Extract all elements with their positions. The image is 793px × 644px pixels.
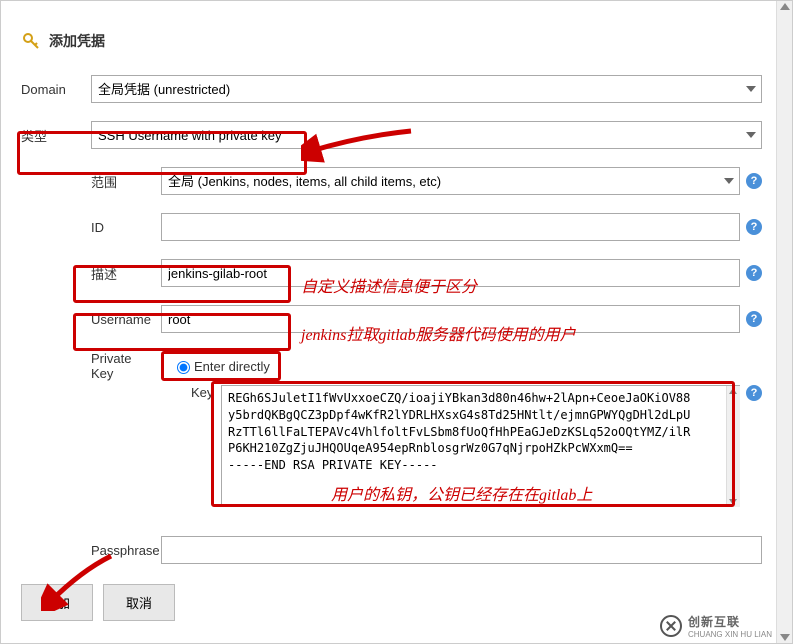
key-label: Key: [21, 385, 221, 400]
help-icon[interactable]: ?: [746, 173, 762, 189]
passphrase-input[interactable]: [161, 536, 762, 564]
type-select[interactable]: SSH Username with private key: [91, 121, 762, 149]
cancel-button[interactable]: 取消: [103, 584, 175, 621]
annotation-key: 用户的私钥，公钥已经存在在gitlab上: [331, 481, 592, 505]
content-area: 添加凭据 Domain 全局凭据 (unrestricted) 类型 SSH U…: [1, 1, 792, 633]
enter-directly-label: Enter directly: [194, 359, 270, 374]
row-scope: 范围 全局 (Jenkins, nodes, items, all child …: [21, 167, 762, 195]
domain-select-wrapper: 全局凭据 (unrestricted): [91, 75, 762, 103]
username-label: Username: [21, 312, 161, 327]
row-type: 类型 SSH Username with private key: [21, 121, 762, 149]
scroll-up-icon[interactable]: [780, 3, 790, 10]
private-key-label: Private Key: [21, 351, 161, 381]
domain-select[interactable]: 全局凭据 (unrestricted): [91, 75, 762, 103]
scroll-down-icon: [729, 499, 737, 505]
brand-logo-icon: [660, 615, 682, 637]
brand-name: 创新互联: [688, 615, 740, 629]
row-domain: Domain 全局凭据 (unrestricted): [21, 75, 762, 103]
domain-label: Domain: [21, 82, 91, 97]
button-row: 添加 取消: [21, 584, 762, 621]
page-header: 添加凭据: [21, 31, 762, 51]
key-icon: [21, 31, 41, 51]
scroll-down-icon[interactable]: [780, 634, 790, 641]
type-select-wrapper: SSH Username with private key: [91, 121, 762, 149]
annotation-username: jenkins拉取gitlab服务器代码使用的用户: [301, 321, 576, 345]
enter-directly-option[interactable]: Enter directly: [161, 351, 281, 381]
scope-select[interactable]: 全局 (Jenkins, nodes, items, all child ite…: [161, 167, 740, 195]
help-icon[interactable]: ?: [746, 311, 762, 327]
scope-select-wrapper: 全局 (Jenkins, nodes, items, all child ite…: [161, 167, 740, 195]
id-label: ID: [21, 220, 161, 235]
scope-label: 范围: [21, 172, 161, 191]
page-title: 添加凭据: [49, 31, 105, 51]
annotation-desc: 自定义描述信息便于区分: [301, 273, 477, 297]
add-button[interactable]: 添加: [21, 584, 93, 621]
row-id: ID ?: [21, 213, 762, 241]
row-private-key: Private Key Enter directly: [21, 351, 762, 381]
desc-label: 描述: [21, 264, 161, 283]
enter-directly-radio[interactable]: [177, 361, 190, 374]
main-window: 添加凭据 Domain 全局凭据 (unrestricted) 类型 SSH U…: [0, 0, 793, 644]
help-icon[interactable]: ?: [746, 219, 762, 235]
scroll-up-icon: [729, 388, 737, 394]
textarea-scrollbar[interactable]: [726, 386, 740, 507]
type-label: 类型: [21, 126, 91, 145]
row-passphrase: Passphrase: [21, 536, 762, 564]
id-input[interactable]: [161, 213, 740, 241]
help-icon[interactable]: ?: [746, 265, 762, 281]
footer-brand: 创新互联 CHUANG XIN HU LIAN: [660, 613, 772, 639]
brand-sub: CHUANG XIN HU LIAN: [688, 630, 772, 639]
passphrase-label: Passphrase: [21, 543, 161, 558]
help-icon[interactable]: ?: [746, 385, 762, 401]
scrollbar-vertical[interactable]: [776, 1, 792, 643]
